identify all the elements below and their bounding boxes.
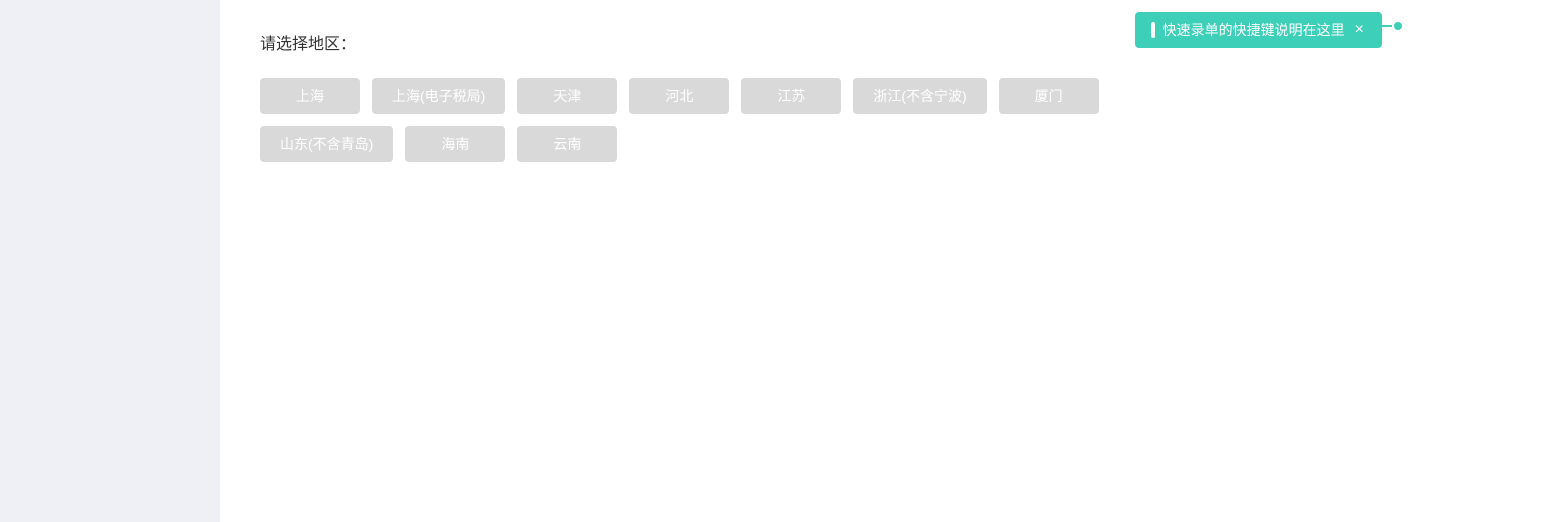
sidebar	[0, 0, 220, 522]
region-button[interactable]: 上海	[260, 78, 360, 114]
main-content: 请选择地区： 上海上海(电子税局)天津河北江苏浙江(不含宁波)厦门 山东(不含青…	[220, 0, 1562, 522]
region-row-1: 上海上海(电子税局) 天津河北江苏浙江(不含宁波) 厦门	[260, 78, 1522, 114]
region-button[interactable]: 天津	[517, 78, 617, 114]
region-button[interactable]: 上海(电子税局)	[372, 78, 505, 114]
region-button[interactable]: 厦门	[999, 78, 1099, 114]
tooltip-connector-line	[1378, 25, 1392, 27]
tooltip-bar: 快速录单的快捷键说明在这里 ×	[1135, 12, 1382, 48]
region-button[interactable]: 海南	[405, 126, 505, 162]
region-button[interactable]: 山东(不含青岛)	[260, 126, 393, 162]
region-button[interactable]: 河北	[629, 78, 729, 114]
tooltip-connector-dot	[1392, 20, 1404, 32]
tooltip-text: 快速录单的快捷键说明在这里	[1163, 20, 1345, 40]
bar-accent-icon	[1151, 22, 1155, 38]
region-button[interactable]: 浙江(不含宁波)	[853, 78, 986, 114]
region-button[interactable]: 江苏	[741, 78, 841, 114]
region-row-2: 山东(不含青岛) 海南云南	[260, 126, 1522, 162]
region-button[interactable]: 云南	[517, 126, 617, 162]
tooltip-close-button[interactable]: ×	[1353, 22, 1366, 38]
